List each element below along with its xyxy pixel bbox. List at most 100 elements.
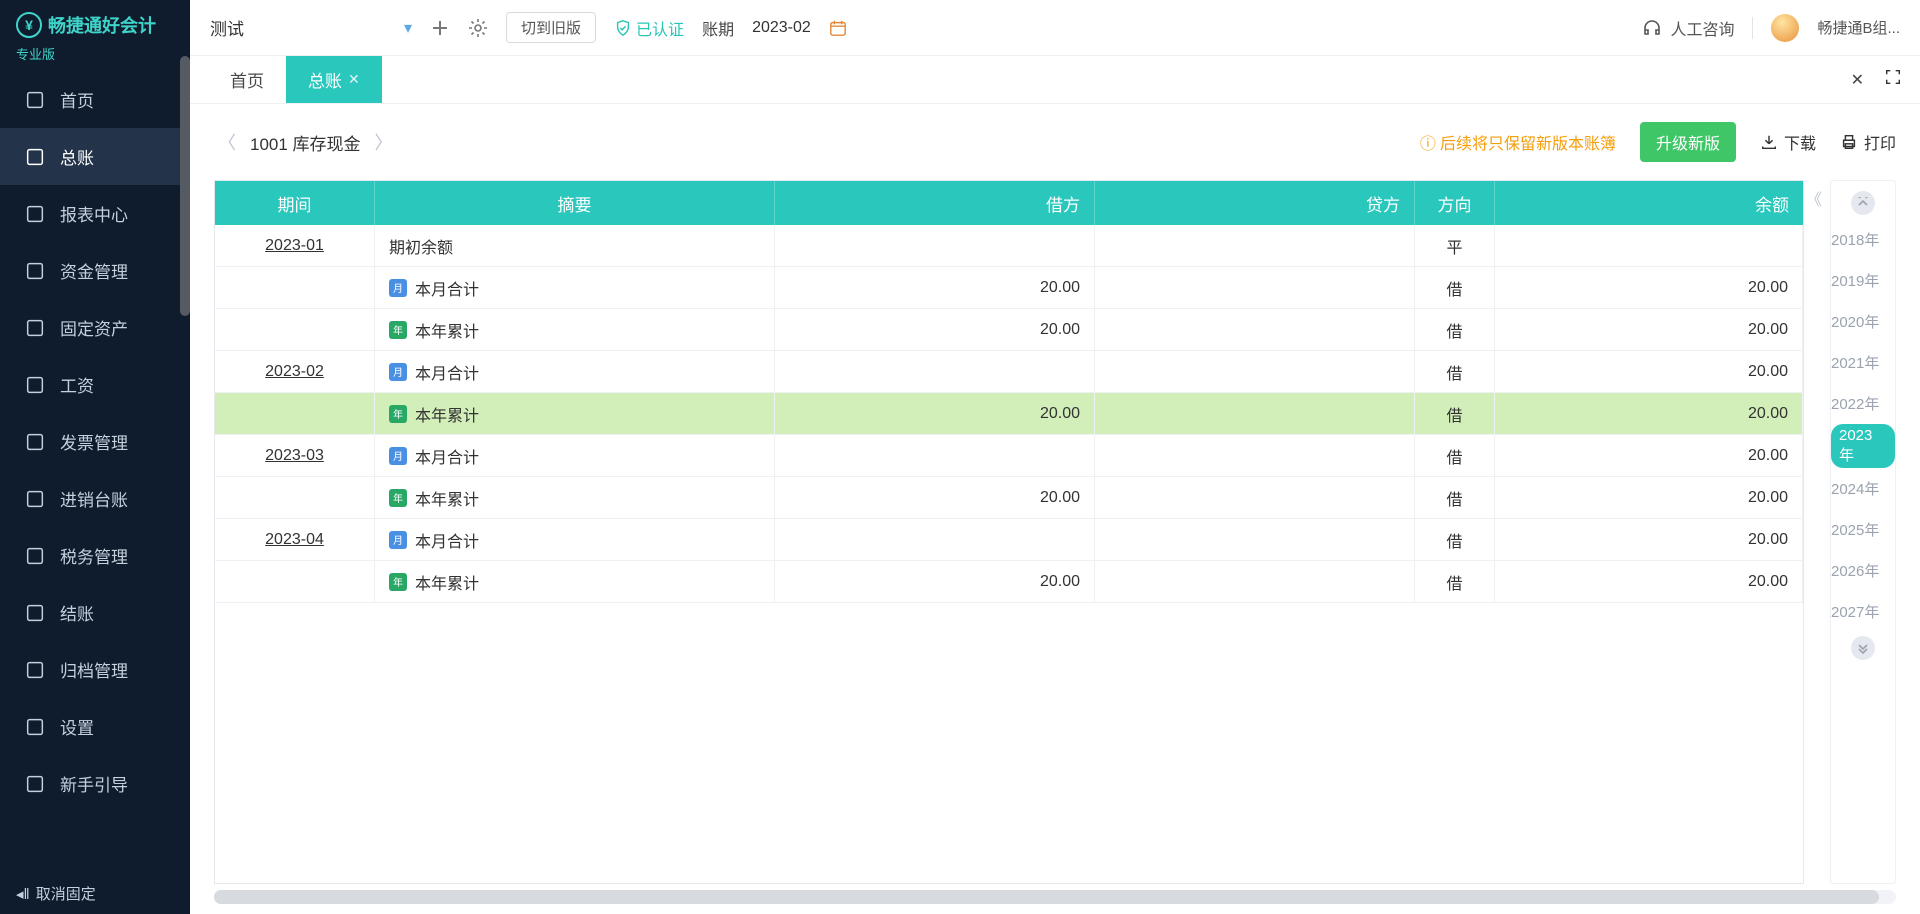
table-row[interactable]: 年本年累计20.00借20.00 (215, 561, 1803, 603)
cell-balance: 20.00 (1495, 393, 1803, 434)
cell-period: 2023-02 (215, 351, 375, 392)
brand-logo: 畅捷通好会计 (0, 0, 190, 50)
download-button[interactable]: 下载 (1760, 130, 1816, 154)
cell-credit (1095, 393, 1415, 434)
sidebar-item-wallet[interactable]: 资金管理 (0, 242, 190, 299)
table-row[interactable]: 2023-03月本月合计借20.00 (215, 435, 1803, 477)
cell-summary: 期初余额 (375, 225, 775, 266)
table-header: 期间 摘要 借方 贷方 方向 余额 (215, 181, 1803, 225)
table-row[interactable]: 年本年累计20.00借20.00 (215, 393, 1803, 435)
nav-label: 进销台账 (60, 486, 128, 511)
year-item[interactable]: 2018年 (1831, 219, 1895, 260)
cell-debit: 20.00 (775, 309, 1095, 350)
cell-summary: 月本月合计 (375, 351, 775, 392)
cell-debit (775, 519, 1095, 560)
add-button[interactable] (430, 18, 450, 38)
cell-direction: 平 (1415, 225, 1495, 266)
nav-label: 总账 (60, 144, 94, 169)
table-row[interactable]: 2023-04月本月合计借20.00 (215, 519, 1803, 561)
cell-period: 2023-04 (215, 519, 375, 560)
cell-period: 2023-01 (215, 225, 375, 266)
org-selector[interactable]: 测试 ▾ (210, 15, 412, 40)
year-up-button[interactable] (1851, 191, 1875, 215)
archive-icon (24, 659, 46, 681)
sidebar-item-book[interactable]: 总账 (0, 128, 190, 185)
tab-home[interactable]: 首页 (208, 56, 286, 103)
next-account-button[interactable]: 〉 (371, 125, 397, 159)
cell-credit (1095, 267, 1415, 308)
user-name[interactable]: 畅捷通B组... (1817, 17, 1900, 38)
sidebar-item-home[interactable]: 首页 (0, 71, 190, 128)
horizontal-scrollbar[interactable] (214, 890, 1896, 904)
cell-credit (1095, 351, 1415, 392)
year-item[interactable]: 2019年 (1831, 260, 1895, 301)
sidebar-item-archive[interactable]: 归档管理 (0, 641, 190, 698)
topbar: 测试 ▾ 切到旧版 已认证 账期 2023-02 人工咨询 畅捷通B组... (190, 0, 1920, 56)
year-item[interactable]: 2022年 (1831, 383, 1895, 424)
table-row[interactable]: 月本月合计20.00借20.00 (215, 267, 1803, 309)
year-item[interactable]: 2024年 (1831, 468, 1895, 509)
calendar-icon[interactable] (829, 19, 847, 37)
asset-icon (24, 317, 46, 339)
nav-label: 工资 (60, 372, 94, 397)
invoice-icon (24, 431, 46, 453)
table-row[interactable]: 年本年累计20.00借20.00 (215, 309, 1803, 351)
sidebar-item-tax[interactable]: 税务管理 (0, 527, 190, 584)
month-icon: 月 (389, 531, 407, 549)
cell-credit (1095, 225, 1415, 266)
sidebar-item-salary[interactable]: 工资 (0, 356, 190, 413)
year-item[interactable]: 2025年 (1831, 509, 1895, 550)
year-down-button[interactable] (1851, 636, 1875, 660)
sidebar-item-close-period[interactable]: 结账 (0, 584, 190, 641)
table-row[interactable]: 年本年累计20.00借20.00 (215, 477, 1803, 519)
upgrade-button[interactable]: 升级新版 (1640, 122, 1736, 162)
year-item[interactable]: 2027年 (1831, 591, 1895, 632)
sidebar-item-invoice[interactable]: 发票管理 (0, 413, 190, 470)
year-item[interactable]: 2026年 (1831, 550, 1895, 591)
cell-period (215, 267, 375, 308)
cell-period (215, 309, 375, 350)
collapse-year-strip[interactable]: 《 (1804, 180, 1824, 884)
sidebar-scrollbar[interactable] (180, 56, 190, 316)
prev-account-button[interactable]: 〈 (214, 125, 240, 159)
switch-old-button[interactable]: 切到旧版 (506, 12, 596, 43)
cell-direction: 借 (1415, 561, 1495, 602)
month-icon: 月 (389, 447, 407, 465)
cancel-fixed-button[interactable]: ◂‖ 取消固定 (0, 873, 190, 914)
period-link[interactable]: 2023-03 (265, 447, 324, 465)
sidebar-item-gear[interactable]: 设置 (0, 698, 190, 755)
tab-ledger[interactable]: 总账✕ (286, 56, 382, 103)
sidebar-item-ledger[interactable]: 进销台账 (0, 470, 190, 527)
period-link[interactable]: 2023-04 (265, 531, 324, 549)
sidebar-item-chart[interactable]: 报表中心 (0, 185, 190, 242)
close-tabs-button[interactable]: ✕ (1851, 70, 1864, 90)
sidebar-item-guide[interactable]: 新手引导 (0, 755, 190, 812)
verified-label: 已认证 (636, 16, 684, 40)
cell-debit: 20.00 (775, 393, 1095, 434)
year-item[interactable]: 2020年 (1831, 301, 1895, 342)
book-icon (24, 146, 46, 168)
settings-button[interactable] (468, 18, 488, 38)
fullscreen-icon[interactable] (1884, 68, 1902, 91)
year-strip: 2018年2019年2020年2021年2022年2023年2024年2025年… (1830, 180, 1896, 884)
cell-debit (775, 225, 1095, 266)
year-item[interactable]: 2021年 (1831, 342, 1895, 383)
year-item[interactable]: 2023年 (1831, 424, 1895, 468)
nav: 首页总账报表中心资金管理固定资产工资发票管理进销台账税务管理结账归档管理设置新手… (0, 71, 190, 914)
avatar[interactable] (1771, 14, 1799, 42)
period-link[interactable]: 2023-02 (265, 363, 324, 381)
print-button[interactable]: 打印 (1840, 130, 1896, 154)
nav-label: 新手引导 (60, 771, 128, 796)
scrollbar-thumb[interactable] (214, 890, 1879, 904)
close-icon[interactable]: ✕ (348, 71, 360, 88)
support-label: 人工咨询 (1670, 16, 1734, 40)
ledger-icon (24, 488, 46, 510)
table-row[interactable]: 2023-02月本月合计借20.00 (215, 351, 1803, 393)
cell-credit (1095, 561, 1415, 602)
support-link[interactable]: 人工咨询 (1642, 16, 1734, 40)
sidebar-item-asset[interactable]: 固定资产 (0, 299, 190, 356)
period-link[interactable]: 2023-01 (265, 237, 324, 255)
salary-icon (24, 374, 46, 396)
verified-badge[interactable]: 已认证 (614, 16, 684, 40)
table-row[interactable]: 2023-01 期初余额 平 (215, 225, 1803, 267)
